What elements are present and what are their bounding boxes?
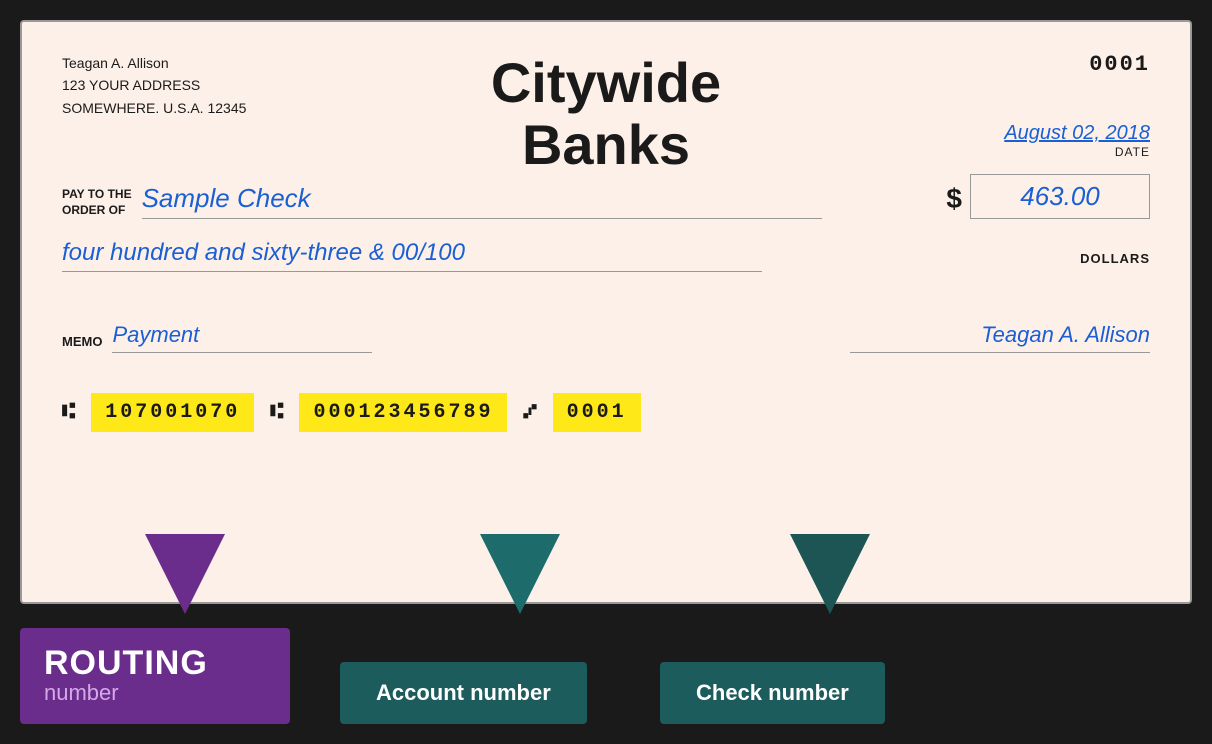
checknumber-label-text: Check number: [696, 680, 849, 706]
dollars-label: DOLLARS: [1080, 251, 1150, 272]
micr-open-symbol: ⑆: [62, 400, 75, 425]
memo-line: Payment: [112, 322, 372, 353]
account-label-box: Account number: [340, 662, 587, 724]
amount-value: 463.00: [1020, 181, 1100, 211]
amount-box: 463.00: [970, 174, 1150, 219]
pay-to-section: PAY TO THE ORDER OF Sample Check $ 463.0…: [62, 174, 1150, 219]
amount-box-wrapper: $ 463.00: [946, 174, 1150, 219]
account-label-text: Account number: [376, 680, 551, 706]
memo-left: MEMO Payment: [62, 322, 372, 353]
date-section: August 02, 2018 DATE: [1004, 122, 1150, 159]
account-number: 000123456789: [299, 393, 507, 432]
memo-section: MEMO Payment Teagan A. Allison: [62, 322, 1150, 353]
date-value: August 02, 2018: [1004, 122, 1150, 145]
micr-section: ⑆ 107001070 ⑆ 000123456789 ⑇ 0001: [62, 393, 1150, 432]
routing-number: 107001070: [91, 393, 254, 432]
checknumber-label-box: Check number: [660, 662, 885, 724]
signature-line: Teagan A. Allison: [850, 322, 1150, 353]
date-label: DATE: [1004, 145, 1150, 159]
check-number-top: 0001: [1089, 52, 1150, 77]
written-amount-section: four hundred and sixty-three & 00/100 DO…: [62, 239, 1150, 272]
payee-line: Sample Check: [142, 183, 822, 219]
memo-label: MEMO: [62, 334, 102, 353]
micr-close-symbol: ⑆: [270, 400, 283, 425]
routing-label-box: ROUTING number: [20, 628, 290, 724]
routing-label-sub: number: [44, 680, 266, 706]
check: 0001 Teagan A. Allison 123 YOUR ADDRESS …: [20, 20, 1192, 604]
routing-label-title: ROUTING: [44, 646, 266, 680]
signature-value: Teagan A. Allison: [981, 322, 1150, 347]
bank-name: Citywide Banks: [491, 52, 721, 175]
payee-name: Sample Check: [142, 183, 311, 213]
micr-check-number: 0001: [553, 393, 641, 432]
written-amount: four hundred and sixty-three & 00/100: [62, 239, 762, 272]
micr-equals-symbol: ⑇: [523, 400, 536, 425]
pay-to-label: PAY TO THE ORDER OF: [62, 186, 132, 220]
bank-name-text: Citywide Banks: [491, 52, 721, 175]
dollar-sign: $: [946, 183, 962, 219]
memo-value: Payment: [112, 322, 199, 347]
